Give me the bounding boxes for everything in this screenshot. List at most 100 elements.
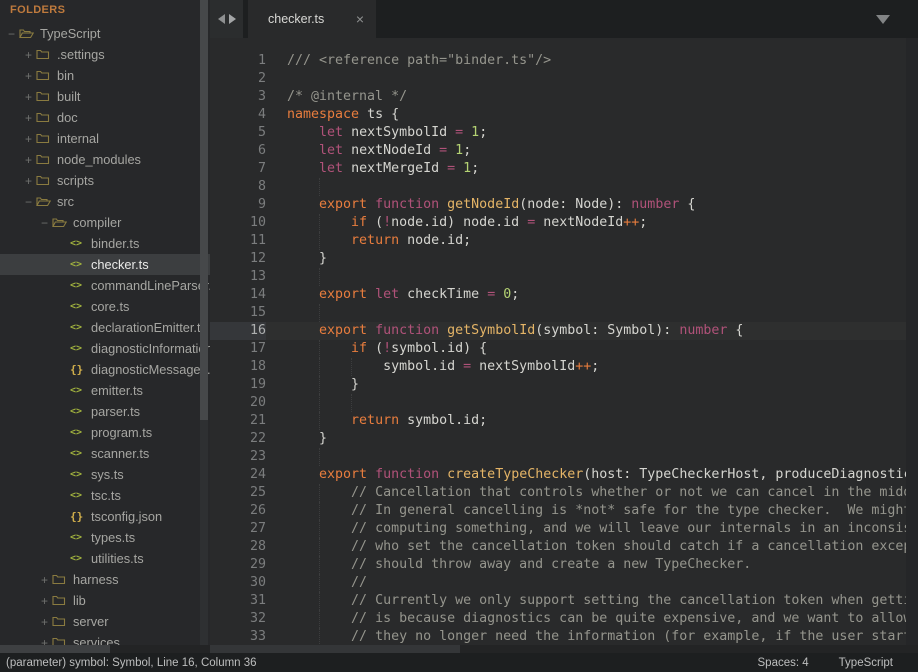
- sidebar-scrollbar[interactable]: [200, 0, 208, 645]
- sidebar-item-label: diagnosticMessages.json: [91, 362, 210, 377]
- code-line-7[interactable]: 7 let nextMergeId = 1;: [210, 160, 918, 178]
- code-line-2[interactable]: 2: [210, 70, 918, 88]
- expand-icon[interactable]: +: [37, 594, 52, 608]
- code-line-14[interactable]: 14 export let checkTime = 0;: [210, 286, 918, 304]
- code-line-26[interactable]: 26 // In general cancelling is *not* saf…: [210, 502, 918, 520]
- sidebar-item-doc[interactable]: + doc: [0, 107, 210, 128]
- code-line-9[interactable]: 9 export function getNodeId(node: Node):…: [210, 196, 918, 214]
- sidebar-scrollbar-thumb[interactable]: [200, 0, 208, 420]
- code-line-15[interactable]: 15: [210, 304, 918, 322]
- code-line-4[interactable]: 4 namespace ts {: [210, 106, 918, 124]
- sidebar-item-tsc-ts[interactable]: <> tsc.ts: [0, 485, 210, 506]
- sidebar-item-built[interactable]: + built: [0, 86, 210, 107]
- editor-scrollbar-track[interactable]: [906, 38, 918, 645]
- sidebar-item-src[interactable]: − src: [0, 191, 210, 212]
- sidebar-item-sys-ts[interactable]: <> sys.ts: [0, 464, 210, 485]
- code-line-31[interactable]: 31 // Currently we only support setting …: [210, 592, 918, 610]
- code-line-23[interactable]: 23: [210, 448, 918, 466]
- code-text: let nextNodeId = 1;: [319, 143, 472, 158]
- sidebar-item-bin[interactable]: + bin: [0, 65, 210, 86]
- sidebar-item-emitter-ts[interactable]: <> emitter.ts: [0, 380, 210, 401]
- code-line-16[interactable]: 16 export function getSymbolId(symbol: S…: [210, 322, 918, 340]
- sidebar-item-scripts[interactable]: + scripts: [0, 170, 210, 191]
- status-bar: (parameter) symbol: Symbol, Line 16, Col…: [0, 653, 918, 672]
- code-line-13[interactable]: 13: [210, 268, 918, 286]
- code-line-27[interactable]: 27 // computing something, and we will l…: [210, 520, 918, 538]
- code-line-21[interactable]: 21 return symbol.id;: [210, 412, 918, 430]
- sidebar-item-diagnosticmessages-json[interactable]: {} diagnosticMessages.json: [0, 359, 210, 380]
- code-line-12[interactable]: 12 }: [210, 250, 918, 268]
- expand-icon[interactable]: +: [21, 132, 36, 146]
- sidebar-item-server[interactable]: + server: [0, 611, 210, 632]
- code-line-32[interactable]: 32 // is because diagnostics can be quit…: [210, 610, 918, 628]
- expand-icon[interactable]: +: [21, 48, 36, 62]
- code-line-10[interactable]: 10 if (!node.id) node.id = nextNodeId++;: [210, 214, 918, 232]
- sidebar-item-checker-ts[interactable]: <> checker.ts: [0, 254, 210, 275]
- expand-icon[interactable]: +: [21, 153, 36, 167]
- code-line-30[interactable]: 30 //: [210, 574, 918, 592]
- status-indentation[interactable]: Spaces: 4: [758, 657, 809, 669]
- sidebar-item-binder-ts[interactable]: <> binder.ts: [0, 233, 210, 254]
- code-editor[interactable]: 1/// <reference path="binder.ts"/> 2 3/* @…: [210, 38, 918, 645]
- code-line-8[interactable]: 8: [210, 178, 918, 196]
- sidebar-item-typescript[interactable]: − TypeScript: [0, 23, 210, 44]
- line-number: 9: [257, 197, 266, 212]
- sidebar-item-internal[interactable]: + internal: [0, 128, 210, 149]
- sidebar-item-declarationemitter-ts[interactable]: <> declarationEmitter.ts: [0, 317, 210, 338]
- code-line-22[interactable]: 22 }: [210, 430, 918, 448]
- code-line-20[interactable]: 20: [210, 394, 918, 412]
- code-line-6[interactable]: 6 let nextNodeId = 1;: [210, 142, 918, 160]
- sidebar-item-scanner-ts[interactable]: <> scanner.ts: [0, 443, 210, 464]
- prev-tab-icon[interactable]: [217, 14, 225, 24]
- collapse-icon[interactable]: −: [37, 216, 52, 230]
- sidebar-item-harness[interactable]: + harness: [0, 569, 210, 590]
- sidebar-hscroll-thumb[interactable]: [0, 645, 110, 653]
- code-line-28[interactable]: 28 // who set the cancellation token sho…: [210, 538, 918, 556]
- folder-icon: [36, 91, 55, 102]
- sidebar-item-commandlineparser-ts[interactable]: <> commandLineParser.ts: [0, 275, 210, 296]
- status-syntax[interactable]: TypeScript: [839, 657, 893, 669]
- expand-icon[interactable]: +: [21, 111, 36, 125]
- code-line-33[interactable]: 33 // they no longer need the informatio…: [210, 628, 918, 645]
- tab-nav-buttons[interactable]: [210, 0, 243, 38]
- code-text: /* @internal */: [287, 89, 408, 104]
- code-line-24[interactable]: 24 export function createTypeChecker(hos…: [210, 466, 918, 484]
- editor-hscroll-thumb[interactable]: [210, 645, 460, 653]
- expand-icon[interactable]: +: [37, 636, 52, 646]
- sidebar-item-node-modules[interactable]: + node_modules: [0, 149, 210, 170]
- sidebar-item-compiler[interactable]: − compiler: [0, 212, 210, 233]
- line-number: 27: [249, 521, 266, 536]
- code-line-29[interactable]: 29 // should throw away and create a new…: [210, 556, 918, 574]
- sidebar-item-program-ts[interactable]: <> program.ts: [0, 422, 210, 443]
- close-tab-icon[interactable]: ×: [356, 12, 364, 26]
- expand-icon[interactable]: +: [37, 615, 52, 629]
- next-tab-icon[interactable]: [228, 14, 236, 24]
- sidebar-item-utilities-ts[interactable]: <> utilities.ts: [0, 548, 210, 569]
- sidebar-item-core-ts[interactable]: <> core.ts: [0, 296, 210, 317]
- code-line-18[interactable]: 18 symbol.id = nextSymbolId++;: [210, 358, 918, 376]
- code-line-25[interactable]: 25 // Cancellation that controls whether…: [210, 484, 918, 502]
- sidebar-item--settings[interactable]: + .settings: [0, 44, 210, 65]
- expand-icon[interactable]: +: [37, 573, 52, 587]
- code-line-3[interactable]: 3 /* @internal */: [210, 88, 918, 106]
- sidebar-item-tsconfig-json[interactable]: {} tsconfig.json: [0, 506, 210, 527]
- tab-checker-ts[interactable]: checker.ts ×: [248, 0, 376, 38]
- expand-icon[interactable]: +: [21, 174, 36, 188]
- code-line-19[interactable]: 19 }: [210, 376, 918, 394]
- sidebar-item-diagnosticinformationmap-generated-ts[interactable]: <> diagnosticInformationMap.generated.ts: [0, 338, 210, 359]
- code-line-5[interactable]: 5 let nextSymbolId = 1;: [210, 124, 918, 142]
- line-number: 8: [257, 179, 266, 194]
- sidebar-item-types-ts[interactable]: <> types.ts: [0, 527, 210, 548]
- collapse-icon[interactable]: −: [21, 195, 36, 209]
- expand-icon[interactable]: +: [21, 90, 36, 104]
- sidebar-item-label: scripts: [57, 173, 94, 188]
- code-line-1[interactable]: 1 /// <reference path="binder.ts"/>: [210, 52, 918, 70]
- sidebar-item-parser-ts[interactable]: <> parser.ts: [0, 401, 210, 422]
- code-line-17[interactable]: 17 if (!symbol.id) {: [210, 340, 918, 358]
- expand-icon[interactable]: +: [21, 69, 36, 83]
- tab-overflow-icon[interactable]: [876, 15, 890, 24]
- collapse-icon[interactable]: −: [4, 27, 19, 41]
- sidebar-item-services[interactable]: + services: [0, 632, 210, 645]
- sidebar-item-lib[interactable]: + lib: [0, 590, 210, 611]
- code-line-11[interactable]: 11 return node.id;: [210, 232, 918, 250]
